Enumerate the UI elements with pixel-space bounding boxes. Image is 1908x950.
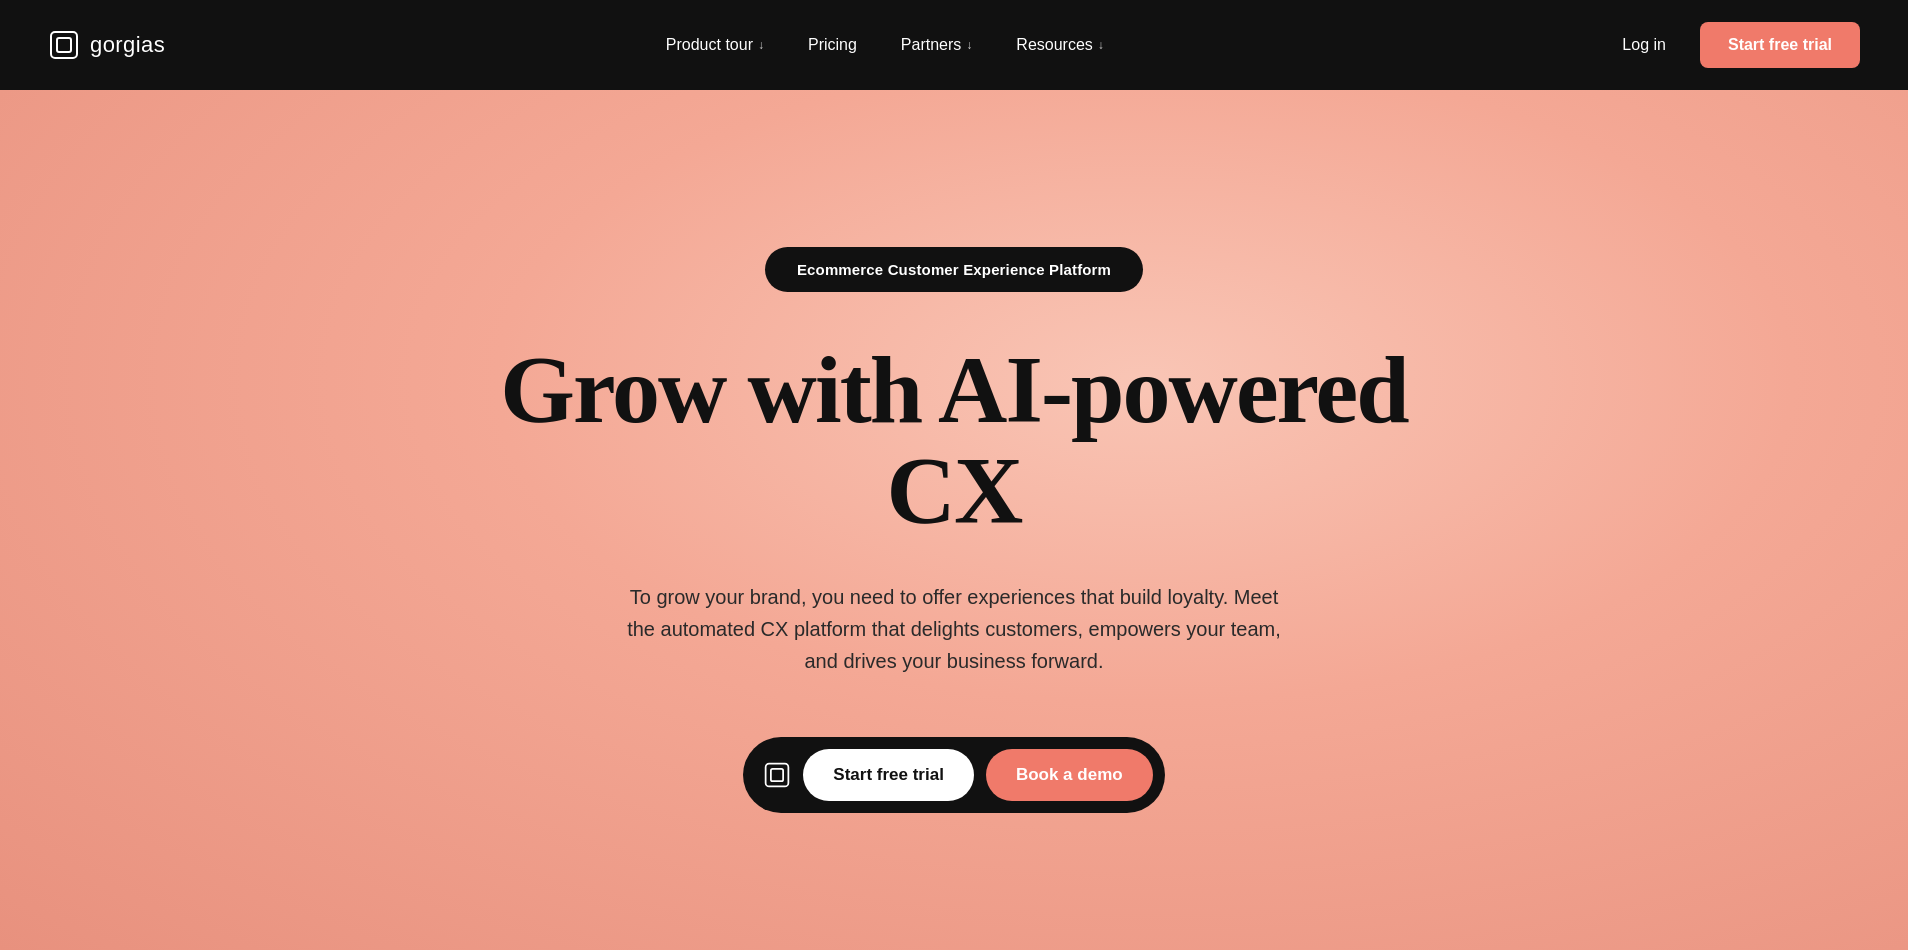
nav-partners-label: Partners — [901, 36, 961, 54]
hero-cta-group: Start free trial Book a demo — [743, 737, 1164, 813]
hero-title: Grow with AI-powered CX — [454, 340, 1454, 542]
logo-icon — [48, 29, 80, 61]
gorgias-icon — [763, 761, 791, 789]
hero-subtitle: To grow your brand, you need to offer ex… — [614, 581, 1294, 677]
nav-product-tour[interactable]: Product tour ↓ — [648, 26, 782, 64]
nav-product-tour-label: Product tour — [666, 36, 753, 54]
login-link[interactable]: Log in — [1604, 26, 1684, 64]
nav-links: Product tour ↓ Pricing Partners ↓ Resour… — [648, 26, 1122, 64]
logo-text: gorgias — [90, 32, 165, 58]
svg-rect-0 — [51, 32, 77, 58]
hero-book-demo-button[interactable]: Book a demo — [986, 749, 1153, 801]
chevron-down-icon-3: ↓ — [1098, 38, 1104, 52]
chevron-down-icon: ↓ — [758, 38, 764, 52]
hero-start-free-trial-button[interactable]: Start free trial — [803, 749, 974, 801]
navbar: gorgias Product tour ↓ Pricing Partners … — [0, 0, 1908, 90]
logo-link[interactable]: gorgias — [48, 29, 165, 61]
svg-rect-2 — [766, 764, 789, 787]
hero-section: Ecommerce Customer Experience Platform G… — [0, 90, 1908, 950]
chevron-down-icon-2: ↓ — [966, 38, 972, 52]
nav-resources-label: Resources — [1016, 36, 1092, 54]
nav-pricing[interactable]: Pricing — [790, 26, 875, 64]
hero-badge: Ecommerce Customer Experience Platform — [765, 247, 1143, 292]
nav-partners[interactable]: Partners ↓ — [883, 26, 990, 64]
svg-rect-1 — [57, 38, 71, 52]
nav-pricing-label: Pricing — [808, 36, 857, 54]
nav-start-free-trial-button[interactable]: Start free trial — [1700, 22, 1860, 68]
nav-right-actions: Log in Start free trial — [1604, 22, 1860, 68]
nav-resources[interactable]: Resources ↓ — [998, 26, 1121, 64]
svg-rect-3 — [771, 769, 783, 781]
